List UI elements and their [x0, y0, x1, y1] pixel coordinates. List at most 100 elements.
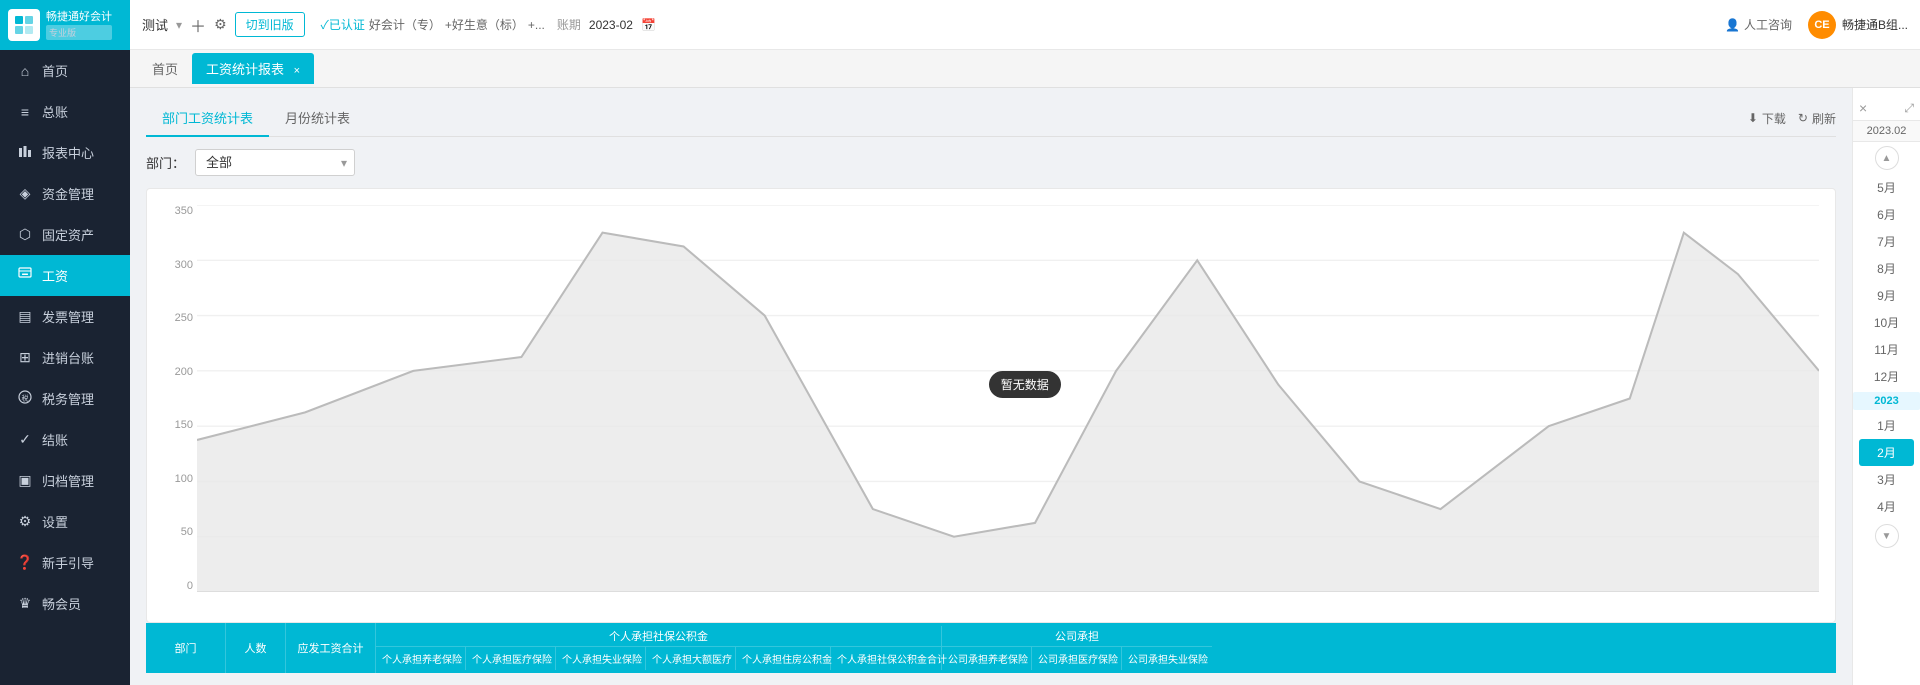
user-menu[interactable]: CE 畅捷通B组...: [1808, 11, 1908, 39]
app-name: 畅捷通好会计: [46, 10, 112, 24]
sub-tab-monthly[interactable]: 月份统计表: [269, 100, 366, 137]
help-button[interactable]: 👤 人工咨询: [1725, 16, 1792, 33]
sidebar-item-invoice[interactable]: ▤ 发票管理: [0, 296, 130, 337]
panel-month-7[interactable]: 7月: [1853, 228, 1920, 255]
panel-close-button[interactable]: ×: [1859, 100, 1867, 116]
sidebar-item-assets[interactable]: ⬡ 固定资产: [0, 214, 130, 255]
th-group-company-cells: 公司承担养老保险 公司承担医疗保险 公司承担失业保险: [942, 647, 1212, 670]
app-badge: 专业版: [46, 25, 112, 40]
dept-select[interactable]: 全部 销售部 财务部 技术部 行政部: [195, 149, 355, 176]
panel-month-12[interactable]: 12月: [1853, 363, 1920, 390]
sub-tabs: 部门工资统计表 月份统计表 ⬇ 下载 ↻ 刷新: [146, 100, 1836, 137]
th-group-personal-title: 个人承担社保公积金: [376, 626, 941, 647]
membership-icon: ♛: [16, 595, 34, 612]
panel-next-button[interactable]: ▼: [1875, 524, 1899, 548]
th-group-company-title: 公司承担: [942, 626, 1212, 647]
sub-tab-dept[interactable]: 部门工资统计表: [146, 100, 269, 137]
main-area: 测试 ▾ ＋ ⚙ 切到旧版 ✓已认证 好会计（专） +好生意（标） +... 账…: [130, 0, 1920, 685]
th-count: 人数: [226, 623, 286, 673]
sidebar-item-label: 结账: [42, 430, 68, 449]
th-unemployment: 个人承担失业保险: [556, 647, 646, 670]
th-critical: 个人承担大额医疗: [646, 647, 736, 670]
switch-version-button[interactable]: 切到旧版: [235, 12, 305, 37]
ledger-icon: ≡: [16, 104, 34, 120]
tab-home[interactable]: 首页: [138, 53, 192, 84]
company-name: 测试: [142, 15, 168, 34]
sidebar-item-label: 新手引导: [42, 553, 94, 572]
chart-tooltip: 暂无数据: [989, 371, 1061, 398]
sidebar-item-label: 设置: [42, 512, 68, 531]
tab-salary-report[interactable]: 工资统计报表 ×: [192, 53, 314, 84]
sidebar-item-checkout[interactable]: ✓ 结账: [0, 419, 130, 460]
panel-month-2[interactable]: 2月: [1859, 439, 1914, 466]
app-logo: 畅捷通好会计 专业版: [0, 0, 130, 50]
table-header: 部门 人数 应发工资合计 个人承担社保公积金 个人承担养老保险 个人承担医疗保险…: [146, 623, 1836, 673]
topbar: 测试 ▾ ＋ ⚙ 切到旧版 ✓已认证 好会计（专） +好生意（标） +... 账…: [130, 0, 1920, 50]
sidebar-item-salary[interactable]: 工资: [0, 255, 130, 296]
inventory-icon: ⊞: [16, 349, 34, 366]
sidebar-item-membership[interactable]: ♛ 畅会员: [0, 583, 130, 624]
th-group-company: 公司承担 公司承担养老保险 公司承担医疗保险 公司承担失业保险: [942, 626, 1212, 670]
chart-svg: [197, 205, 1819, 592]
dept-select-wrapper: 全部 销售部 财务部 技术部 行政部 ▾: [195, 149, 355, 176]
sidebar-item-archive[interactable]: ▣ 归档管理: [0, 460, 130, 501]
sidebar-item-funds[interactable]: ◈ 资金管理: [0, 173, 130, 214]
panel-month-6[interactable]: 6月: [1853, 201, 1920, 228]
right-panel-header: × ⤢: [1853, 96, 1920, 121]
avatar: CE: [1808, 11, 1836, 39]
product-more: +...: [528, 18, 545, 32]
panel-month-9[interactable]: 9月: [1853, 282, 1920, 309]
sidebar-item-guide[interactable]: ❓ 新手引导: [0, 542, 130, 583]
sidebar-item-label: 归档管理: [42, 471, 94, 490]
add-company-button[interactable]: ＋: [190, 13, 206, 37]
sidebar-item-label: 报表中心: [42, 143, 94, 162]
th-co-medical: 公司承担医疗保险: [1032, 647, 1122, 670]
panel-year-label: 2023.02: [1853, 121, 1920, 142]
tab-close-button[interactable]: ×: [294, 65, 300, 77]
download-button[interactable]: ⬇ 下载: [1748, 110, 1786, 127]
th-total-social: 个人承担社保公积金合计: [831, 647, 941, 670]
product-good-accounting: 好会计（专）: [369, 16, 441, 33]
dropdown-arrow-icon[interactable]: ▾: [176, 18, 182, 32]
sidebar-item-label: 首页: [42, 61, 68, 80]
company-settings-icon[interactable]: ⚙: [214, 16, 227, 33]
panel-month-1[interactable]: 1月: [1853, 412, 1920, 439]
sidebar-item-label: 畅会员: [42, 594, 81, 613]
topbar-right: 👤 人工咨询 CE 畅捷通B组...: [1725, 11, 1908, 39]
sidebar-item-settings[interactable]: ⚙ 设置: [0, 501, 130, 542]
th-medical: 个人承担医疗保险: [466, 647, 556, 670]
panel-month-11[interactable]: 11月: [1853, 336, 1920, 363]
panel-month-8[interactable]: 8月: [1853, 255, 1920, 282]
sidebar-item-label: 发票管理: [42, 307, 94, 326]
filter-row: 部门： 全部 销售部 财务部 技术部 行政部 ▾: [146, 149, 1836, 176]
salary-icon: [16, 267, 34, 284]
product-good-biz: +好生意（标）: [445, 16, 524, 33]
status-area: ✓已认证 好会计（专） +好生意（标） +... 账期 2023-02 📅: [321, 16, 656, 33]
panel-month-5[interactable]: 5月: [1853, 174, 1920, 201]
reports-icon: [16, 144, 34, 161]
panel-month-3[interactable]: 3月: [1853, 466, 1920, 493]
refresh-button[interactable]: ↻ 刷新: [1798, 110, 1836, 127]
th-total-wage: 应发工资合计: [286, 623, 376, 673]
home-icon: ⌂: [16, 63, 34, 79]
right-panel: × ⤢ 2023.02 ▲ 5月 6月 7月 8月 9月 10月 11月 12月…: [1852, 88, 1920, 685]
sidebar-item-tax[interactable]: 税 税务管理: [0, 378, 130, 419]
sidebar-item-label: 税务管理: [42, 389, 94, 408]
sidebar-item-inventory[interactable]: ⊞ 进销台账: [0, 337, 130, 378]
sidebar-item-ledger[interactable]: ≡ 总账: [0, 91, 130, 132]
calendar-icon[interactable]: 📅: [641, 18, 656, 32]
panel-month-10[interactable]: 10月: [1853, 309, 1920, 336]
sidebar-item-home[interactable]: ⌂ 首页: [0, 50, 130, 91]
panel-month-4[interactable]: 4月: [1853, 493, 1920, 520]
refresh-icon: ↻: [1798, 111, 1808, 125]
sidebar-item-label: 固定资产: [42, 225, 94, 244]
x-axis-line: [197, 591, 1819, 592]
user-name: 畅捷通B组...: [1842, 16, 1908, 33]
panel-expand-button[interactable]: ⤢: [1904, 101, 1914, 116]
chart-container: 350 300 250 200 150 100 50 0: [146, 188, 1836, 623]
th-housing-fund: 个人承担住房公积金: [736, 647, 831, 670]
funds-icon: ◈: [16, 185, 34, 202]
panel-prev-button[interactable]: ▲: [1875, 146, 1899, 170]
checkout-icon: ✓: [16, 431, 34, 448]
sidebar-item-reports[interactable]: 报表中心: [0, 132, 130, 173]
